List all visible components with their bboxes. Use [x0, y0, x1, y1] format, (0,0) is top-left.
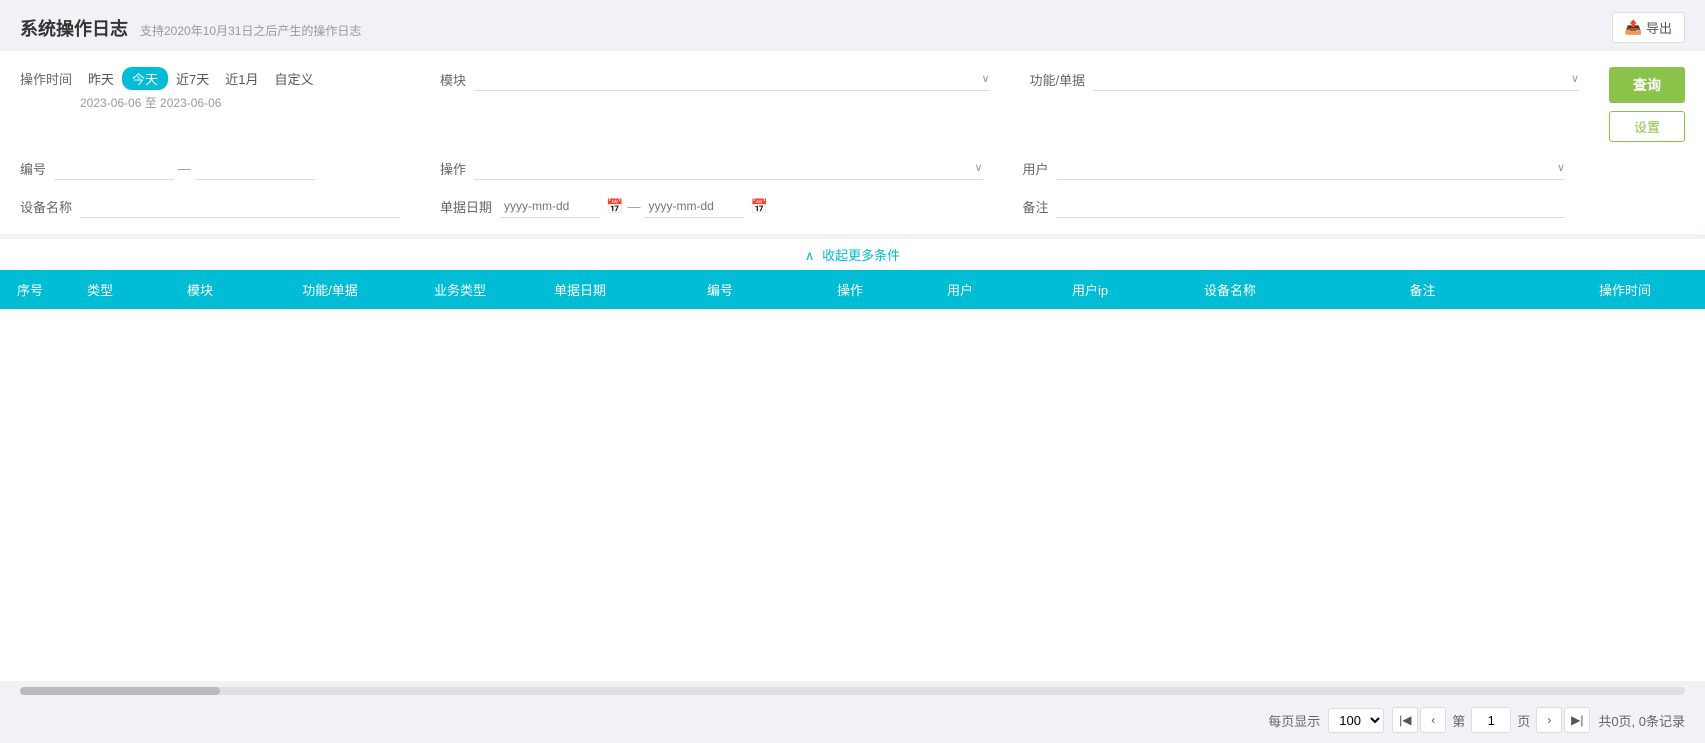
device-group: 设备名称: [20, 194, 400, 218]
export-label: 导出: [1646, 18, 1672, 37]
col-doc-date: 单据日期: [520, 270, 640, 309]
note-input[interactable]: [1057, 194, 1565, 218]
col-user-ip: 用户ip: [1020, 270, 1160, 309]
doc-date-to-wrapper: 📅: [644, 195, 767, 218]
col-user: 用户: [900, 270, 1020, 309]
page-label: 第: [1452, 711, 1465, 730]
device-label: 设备名称: [20, 197, 72, 216]
page-title: 系统操作日志: [20, 15, 128, 41]
module-group: 模块 ∨: [440, 67, 990, 91]
action-buttons: 查询 设置: [1609, 67, 1685, 142]
total-info: 共0页, 0条记录: [1598, 711, 1685, 730]
col-device: 设备名称: [1160, 270, 1300, 309]
time-label: 操作时间: [20, 69, 72, 88]
filter-area: 操作时间 昨天 今天 近7天 近1月 自定义 2023-06-06 至 2023…: [0, 51, 1705, 234]
doc-date-to-input[interactable]: [644, 195, 744, 218]
operation-chevron-icon: ∨: [974, 161, 982, 174]
table-header: 序号 类型 模块 功能/单据 业务类型 单据日期 编号 操作 用户 用户ip 设…: [0, 270, 1705, 309]
func-chevron-icon: ∨: [1571, 72, 1579, 85]
table-body: [0, 309, 1705, 609]
user-input[interactable]: [1057, 160, 1557, 175]
pagination: 每页显示 100 50 200 |◀ ‹ 第 页 › ▶| 共0页, 0条记录: [0, 697, 1705, 743]
collapse-icon: ∧: [805, 248, 815, 263]
filter-row-2: 编号 — 操作 ∨ 用户 ∨: [20, 156, 1685, 180]
prev-page-button[interactable]: ‹: [1420, 707, 1446, 733]
code-to-input[interactable]: [195, 156, 315, 180]
title-area: 系统操作日志 支持2020年10月31日之后产生的操作日志: [20, 15, 361, 41]
col-op: 操作: [800, 270, 900, 309]
settings-button[interactable]: 设置: [1609, 111, 1685, 142]
scrollbar-track: [20, 687, 1685, 695]
filter-row-3: 设备名称 单据日期 📅 — 📅 备注: [20, 194, 1685, 218]
code-label: 编号: [20, 159, 46, 178]
last-page-button[interactable]: ▶|: [1564, 707, 1590, 733]
doc-date-dash: —: [627, 199, 640, 214]
device-input[interactable]: [80, 194, 400, 218]
table-wrapper: 序号 类型 模块 功能/单据 业务类型 单据日期 编号 操作 用户 用户ip 设…: [0, 270, 1705, 681]
note-label: 备注: [1023, 197, 1049, 216]
col-code: 编号: [640, 270, 800, 309]
time-top: 操作时间 昨天 今天 近7天 近1月 自定义: [20, 67, 322, 90]
scrollbar-thumb[interactable]: [20, 687, 220, 695]
col-func: 功能/单据: [260, 270, 400, 309]
col-biz: 业务类型: [400, 270, 520, 309]
user-chevron-icon: ∨: [1557, 161, 1565, 174]
code-dash: —: [178, 161, 191, 176]
func-label: 功能/单据: [1030, 70, 1086, 89]
time-btn-yesterday[interactable]: 昨天: [80, 67, 122, 90]
page-header: 系统操作日志 支持2020年10月31日之后产生的操作日志 📤 导出: [0, 0, 1705, 51]
calendar-from-icon[interactable]: 📅: [606, 198, 623, 215]
filter-row-1: 操作时间 昨天 今天 近7天 近1月 自定义 2023-06-06 至 2023…: [20, 67, 1685, 142]
time-btn-today[interactable]: 今天: [122, 67, 168, 90]
module-label: 模块: [440, 70, 466, 89]
col-type: 类型: [60, 270, 140, 309]
calendar-to-icon[interactable]: 📅: [750, 198, 767, 215]
doc-date-group: 单据日期 📅 — 📅: [440, 195, 983, 218]
func-input[interactable]: [1093, 71, 1571, 86]
pagination-nav: |◀ ‹ 第 页 › ▶|: [1392, 707, 1590, 733]
scrollbar-area[interactable]: [0, 685, 1705, 697]
col-op-time: 操作时间: [1545, 270, 1705, 309]
time-date-range: 2023-06-06 至 2023-06-06: [20, 94, 221, 111]
export-icon: 📤: [1625, 19, 1642, 36]
page-subtitle: 支持2020年10月31日之后产生的操作日志: [140, 22, 361, 39]
time-btn-7days[interactable]: 近7天: [168, 67, 217, 90]
operation-input[interactable]: [474, 160, 974, 175]
per-page-label: 每页显示: [1268, 711, 1320, 730]
per-page-select[interactable]: 100 50 200: [1328, 708, 1384, 733]
code-group: 编号 —: [20, 156, 400, 180]
doc-date-from-wrapper: 📅: [500, 195, 623, 218]
col-seq: 序号: [0, 270, 60, 309]
operation-dropdown[interactable]: ∨: [474, 156, 982, 180]
next-page-button[interactable]: ›: [1536, 707, 1562, 733]
page-suffix: 页: [1517, 711, 1530, 730]
time-options: 昨天 今天 近7天 近1月 自定义: [80, 67, 322, 90]
module-chevron-icon: ∨: [981, 72, 989, 85]
time-btn-custom[interactable]: 自定义: [267, 67, 322, 90]
doc-date-label: 单据日期: [440, 197, 492, 216]
time-btn-1month[interactable]: 近1月: [217, 67, 266, 90]
func-group: 功能/单据 ∨: [1030, 67, 1580, 91]
collapse-bar[interactable]: ∧ 收起更多条件: [0, 238, 1705, 270]
col-note: 备注: [1300, 270, 1545, 309]
note-group: 备注: [1023, 194, 1566, 218]
export-button[interactable]: 📤 导出: [1612, 12, 1685, 43]
query-button[interactable]: 查询: [1609, 67, 1685, 103]
user-label: 用户: [1023, 159, 1049, 178]
user-group: 用户 ∨: [1023, 156, 1566, 180]
operation-group: 操作 ∨: [440, 156, 983, 180]
time-filter-col: 操作时间 昨天 今天 近7天 近1月 自定义 2023-06-06 至 2023…: [20, 67, 400, 111]
module-input[interactable]: [474, 71, 981, 86]
code-from-input[interactable]: [54, 156, 174, 180]
func-dropdown[interactable]: ∨: [1093, 67, 1579, 91]
col-module: 模块: [140, 270, 260, 309]
doc-date-from-input[interactable]: [500, 195, 600, 218]
operation-label: 操作: [440, 159, 466, 178]
module-dropdown[interactable]: ∨: [474, 67, 989, 91]
page-number-input[interactable]: [1471, 707, 1511, 733]
first-page-button[interactable]: |◀: [1392, 707, 1418, 733]
collapse-label: 收起更多条件: [822, 248, 900, 263]
user-dropdown[interactable]: ∨: [1057, 156, 1565, 180]
